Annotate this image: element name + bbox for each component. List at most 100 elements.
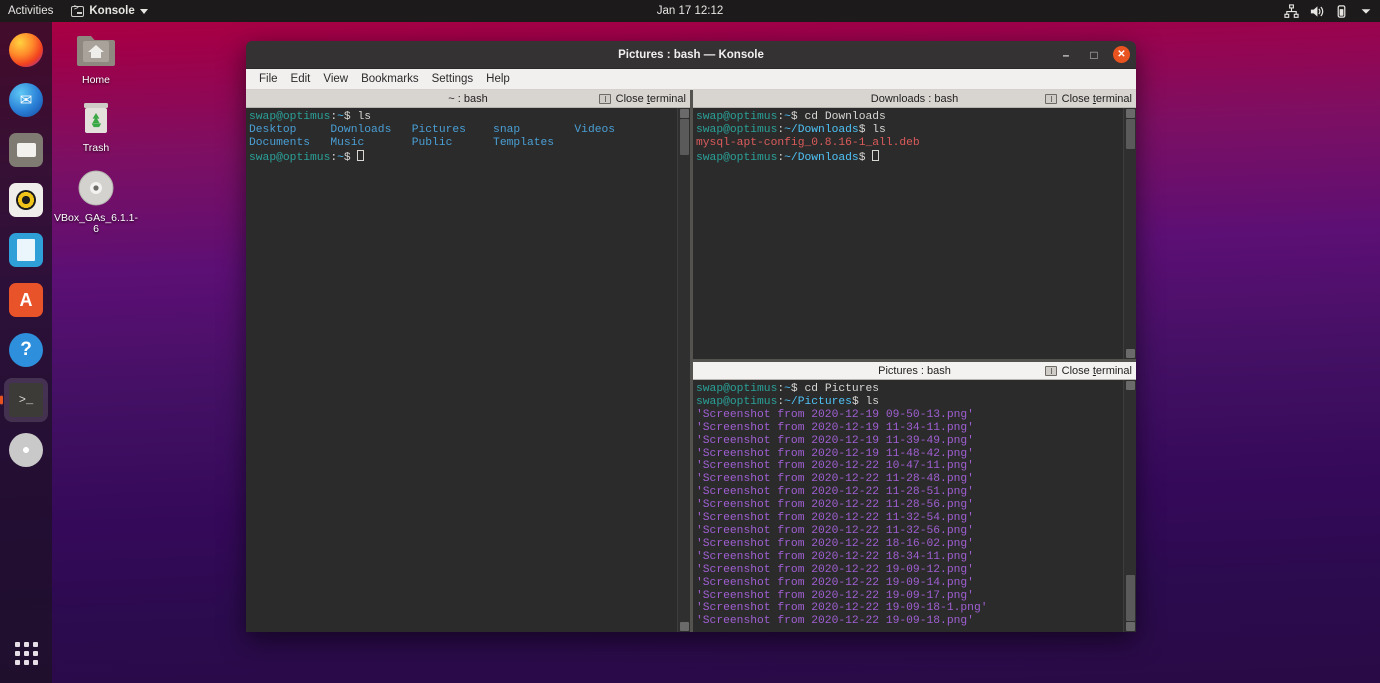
- terminal-line: 'Screenshot from 2020-12-22 10-47-11.png…: [696, 460, 1119, 473]
- terminal-text: 'Screenshot from 2020-12-19 11-34-11.png…: [696, 422, 974, 434]
- left-pane-column: ~ : bash Close terminal swap@optimus:~$ …: [246, 90, 690, 632]
- trash-icon: [53, 95, 139, 141]
- terminal-output-downloads: swap@optimus:~$ cd Downloadsswap@optimus…: [693, 108, 1123, 359]
- terminal-pane-container: ~ : bash Close terminal swap@optimus:~$ …: [246, 90, 1136, 632]
- terminal-text: ~/Downloads: [784, 152, 859, 164]
- dock-item-ubuntu-software[interactable]: A: [4, 278, 48, 322]
- clock[interactable]: Jan 17 12:12: [0, 5, 1380, 17]
- close-terminal-button-pictures[interactable]: Close terminal: [1045, 365, 1132, 377]
- menu-bookmarks[interactable]: Bookmarks: [355, 71, 425, 87]
- terminal-output-pictures: swap@optimus:~$ cd Picturesswap@optimus:…: [693, 380, 1123, 632]
- terminal-text: 'Screenshot from 2020-12-22 10-47-11.png…: [696, 460, 974, 472]
- menu-view[interactable]: View: [317, 71, 354, 87]
- terminal-line: swap@optimus:~$ ls: [249, 111, 673, 124]
- desktop-icon-label: Home: [53, 75, 139, 86]
- terminal-line: 'Screenshot from 2020-12-19 11-34-11.png…: [696, 422, 1119, 435]
- disc-icon: [53, 165, 139, 211]
- scroll-up-arrow-icon[interactable]: [1126, 381, 1135, 390]
- terminal-text: $: [859, 152, 873, 164]
- terminal-text: $ cd Pictures: [791, 383, 879, 395]
- dock-item-rhythmbox[interactable]: [4, 178, 48, 222]
- close-button[interactable]: ✕: [1113, 46, 1130, 63]
- terminal-text: swap@optimus: [249, 111, 330, 123]
- close-terminal-label: Close terminal: [1062, 93, 1132, 105]
- dock-item-help[interactable]: ?: [4, 328, 48, 372]
- terminal-line: 'Screenshot from 2020-12-19 11-48-42.png…: [696, 448, 1119, 461]
- network-icon[interactable]: [1283, 3, 1299, 19]
- scrollbar-home[interactable]: [677, 108, 690, 632]
- scroll-down-arrow-icon[interactable]: [1126, 622, 1135, 631]
- scroll-down-arrow-icon[interactable]: [1126, 349, 1135, 358]
- dock-item-terminal[interactable]: >_: [4, 378, 48, 422]
- terminal-line: 'Screenshot from 2020-12-22 11-32-56.png…: [696, 525, 1119, 538]
- menu-settings[interactable]: Settings: [426, 71, 480, 87]
- terminal-line: swap@optimus:~/Downloads$: [696, 150, 1119, 165]
- close-terminal-button-home[interactable]: Close terminal: [599, 93, 686, 105]
- terminal-body-home[interactable]: swap@optimus:~$ lsDesktop Downloads Pict…: [246, 108, 690, 632]
- top-panel: Activities Konsole Jan 17 12:12: [0, 0, 1380, 22]
- scrollbar-pictures[interactable]: [1123, 380, 1136, 632]
- desktop-icon-home[interactable]: Home: [53, 27, 139, 86]
- help-icon: ?: [9, 333, 43, 367]
- terminal-text: $ cd Downloads: [791, 111, 886, 123]
- scroll-thumb[interactable]: [680, 119, 689, 155]
- maximize-button[interactable]: □: [1085, 46, 1103, 64]
- pane-header-home: ~ : bash Close terminal: [246, 90, 690, 108]
- system-menu-chevron-icon[interactable]: [1358, 3, 1374, 19]
- close-terminal-button-downloads[interactable]: Close terminal: [1045, 93, 1132, 105]
- dock-item-thunderbird[interactable]: ✉: [4, 78, 48, 122]
- terminal-text: ~: [337, 111, 344, 123]
- desktop-icon-trash[interactable]: Trash: [53, 95, 139, 154]
- terminal-pane-downloads: Downloads : bash Close terminal swap@opt…: [693, 90, 1136, 359]
- scroll-down-arrow-icon[interactable]: [680, 622, 689, 631]
- scrollbar-downloads[interactable]: [1123, 108, 1136, 359]
- desktop-icon-vbox-disc[interactable]: VBox_GAs_6.1.1-6: [53, 165, 139, 235]
- terminal-pane-home: ~ : bash Close terminal swap@optimus:~$ …: [246, 90, 690, 632]
- terminal-body-pictures[interactable]: swap@optimus:~$ cd Picturesswap@optimus:…: [693, 380, 1136, 632]
- files-folder-icon: [9, 133, 43, 167]
- terminal-line: 'Screenshot from 2020-12-22 19-09-14.png…: [696, 577, 1119, 590]
- ubuntu-software-icon: A: [9, 283, 43, 317]
- battery-icon[interactable]: [1333, 3, 1349, 19]
- scroll-up-arrow-icon[interactable]: [1126, 109, 1135, 118]
- menu-help[interactable]: Help: [480, 71, 516, 87]
- terminal-line: swap@optimus:~$ cd Downloads: [696, 111, 1119, 124]
- terminal-text: swap@optimus: [696, 111, 777, 123]
- dock-item-files[interactable]: [4, 128, 48, 172]
- terminal-line: 'Screenshot from 2020-12-19 11-39-49.png…: [696, 435, 1119, 448]
- close-terminal-label: Close terminal: [616, 93, 686, 105]
- terminal-line: swap@optimus:~/Downloads$ ls: [696, 124, 1119, 137]
- window-titlebar[interactable]: Pictures : bash — Konsole – □ ✕: [246, 41, 1136, 69]
- pane-header-downloads: Downloads : bash Close terminal: [693, 90, 1136, 108]
- app-grid-icon: [15, 642, 38, 665]
- scroll-thumb[interactable]: [1126, 119, 1135, 149]
- show-applications-button[interactable]: [4, 631, 48, 675]
- terminal-text: 'Screenshot from 2020-12-22 19-09-18.png…: [696, 615, 974, 627]
- terminal-text: swap@optimus: [696, 124, 777, 136]
- dock-item-vbox-disc[interactable]: [4, 428, 48, 472]
- volume-icon[interactable]: [1308, 3, 1324, 19]
- dock-item-firefox[interactable]: [4, 28, 48, 72]
- terminal-text: $ ls: [852, 396, 879, 408]
- terminal-body-downloads[interactable]: swap@optimus:~$ cd Downloadsswap@optimus…: [693, 108, 1136, 359]
- menu-edit[interactable]: Edit: [285, 71, 317, 87]
- terminal-line: Desktop Downloads Pictures snap Videos: [249, 124, 673, 137]
- terminal-line: 'Screenshot from 2020-12-22 18-16-02.png…: [696, 538, 1119, 551]
- terminal-line: swap@optimus:~$ cd Pictures: [696, 383, 1119, 396]
- terminal-cursor: [357, 150, 364, 161]
- terminal-text: 'Screenshot from 2020-12-19 09-50-13.png…: [696, 409, 974, 421]
- terminal-text: 'Screenshot from 2020-12-19 11-39-49.png…: [696, 435, 974, 447]
- terminal-line: 'Screenshot from 2020-12-22 11-32-54.png…: [696, 512, 1119, 525]
- terminal-text: 'Screenshot from 2020-12-22 19-09-12.png…: [696, 564, 974, 576]
- terminal-icon: >_: [9, 383, 43, 417]
- terminal-text: swap@optimus: [696, 383, 777, 395]
- menu-file[interactable]: File: [253, 71, 284, 87]
- terminal-text: $ ls: [859, 124, 886, 136]
- terminal-text: 'Screenshot from 2020-12-22 19-09-18-1.p…: [696, 602, 988, 614]
- minimize-button[interactable]: –: [1057, 46, 1075, 64]
- dock: ✉ A ? >_: [0, 22, 52, 683]
- scroll-up-arrow-icon[interactable]: [680, 109, 689, 118]
- terminal-line: mysql-apt-config_0.8.16-1_all.deb: [696, 137, 1119, 150]
- dock-item-libreoffice-writer[interactable]: [4, 228, 48, 272]
- scroll-thumb[interactable]: [1126, 575, 1135, 621]
